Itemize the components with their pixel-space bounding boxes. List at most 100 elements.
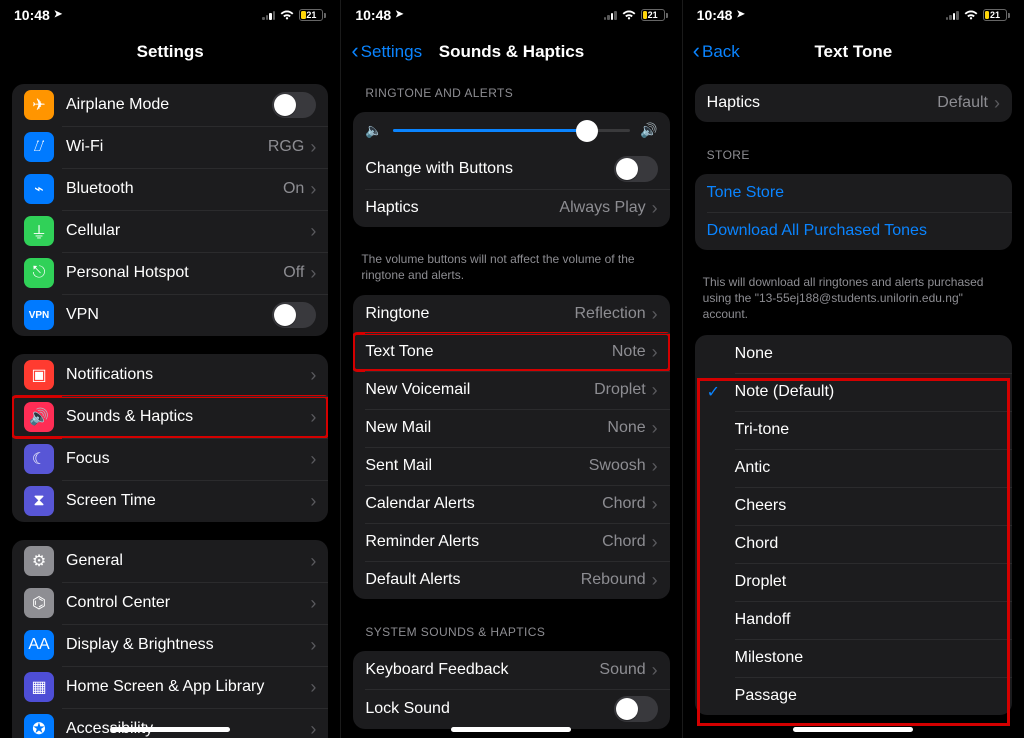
- tone-label: Note (Default): [735, 383, 835, 401]
- settings-row-notifications[interactable]: ▣Notifications›: [12, 354, 328, 396]
- chevron-right-icon: ›: [652, 494, 658, 515]
- sound-row-calendar-alerts[interactable]: Calendar AlertsChord›: [353, 485, 669, 523]
- status-bar: 10:48➤ 21: [0, 0, 340, 30]
- tone-row-note-default-[interactable]: ✓ Note (Default): [695, 373, 1012, 411]
- sys-row-keyboard-feedback[interactable]: Keyboard FeedbackSound›: [353, 651, 669, 689]
- sound-row-new-mail[interactable]: New MailNone›: [353, 409, 669, 447]
- screen-sounds-haptics: 10:48➤ 21 ‹Settings Sounds & Haptics RIN…: [341, 0, 682, 738]
- tone-row-milestone[interactable]: Milestone: [695, 639, 1012, 677]
- tone-label: Tri-tone: [735, 421, 790, 439]
- tone-row-handoff[interactable]: Handoff: [695, 601, 1012, 639]
- row-label: Default Alerts: [365, 571, 580, 589]
- settings-row-cellular[interactable]: ⏚Cellular›: [12, 210, 328, 252]
- sound-row-new-voicemail[interactable]: New VoicemailDroplet›: [353, 371, 669, 409]
- battery-icon: 21: [983, 9, 1010, 21]
- settings-row-display-brightness[interactable]: AADisplay & Brightness›: [12, 624, 328, 666]
- chevron-right-icon: ›: [652, 660, 658, 681]
- store-row-download-all-purchased-tones[interactable]: Download All Purchased Tones: [695, 212, 1012, 250]
- settings-row-wi-fi[interactable]: ⌰Wi-FiRGG›: [12, 126, 328, 168]
- sound-row-text-tone[interactable]: Text ToneNote›: [353, 333, 669, 371]
- tone-row-cheers[interactable]: Cheers: [695, 487, 1012, 525]
- section-header-ringtone: RINGTONE AND ALERTS: [341, 78, 681, 106]
- cell-signal-icon: [604, 10, 617, 20]
- wifi-icon: [279, 9, 295, 21]
- back-button[interactable]: ‹Settings: [351, 41, 422, 63]
- row-detail: On: [283, 180, 304, 198]
- settings-row-personal-hotspot[interactable]: ⎋Personal HotspotOff›: [12, 252, 328, 294]
- chevron-right-icon: ›: [310, 263, 316, 284]
- tone-label: Antic: [735, 459, 771, 477]
- row-label: General: [66, 552, 310, 570]
- chevron-right-icon: ›: [310, 449, 316, 470]
- home-indicator[interactable]: [451, 727, 571, 732]
- row-label: New Voicemail: [365, 381, 594, 399]
- settings-row-focus[interactable]: ☾Focus›: [12, 438, 328, 480]
- tone-row-chord[interactable]: Chord: [695, 525, 1012, 563]
- settings-row-airplane-mode[interactable]: ✈︎Airplane Mode: [12, 84, 328, 126]
- chevron-right-icon: ›: [310, 593, 316, 614]
- wifi-icon: [963, 9, 979, 21]
- section-footer: The volume buttons will not affect the v…: [341, 245, 681, 283]
- chevron-right-icon: ›: [652, 198, 658, 219]
- change-with-buttons-toggle[interactable]: [614, 156, 658, 182]
- settings-row-screen-time[interactable]: ⧗Screen Time›: [12, 480, 328, 522]
- tone-row-none[interactable]: None: [695, 335, 1012, 373]
- wifi-icon: [621, 9, 637, 21]
- tone-label: Chord: [735, 535, 779, 553]
- tone-label: Milestone: [735, 649, 803, 667]
- tone-row-tri-tone[interactable]: Tri-tone: [695, 411, 1012, 449]
- section-header-system: SYSTEM SOUNDS & HAPTICS: [341, 617, 681, 645]
- row-label: Display & Brightness: [66, 636, 310, 654]
- tone-row-droplet[interactable]: Droplet: [695, 563, 1012, 601]
- settings-row-home-screen-app-library[interactable]: ▦Home Screen & App Library›: [12, 666, 328, 708]
- wifi-icon: ⌰: [24, 132, 54, 162]
- chevron-left-icon: ‹: [693, 40, 700, 62]
- chevron-right-icon: ›: [310, 365, 316, 386]
- chevron-right-icon: ›: [652, 456, 658, 477]
- nav-bar: ‹Settings Sounds & Haptics: [341, 30, 681, 74]
- settings-row-accessibility[interactable]: ✪Accessibility›: [12, 708, 328, 738]
- tone-row-passage[interactable]: Passage: [695, 677, 1012, 715]
- sound-row-sent-mail[interactable]: Sent MailSwoosh›: [353, 447, 669, 485]
- chevron-right-icon: ›: [652, 380, 658, 401]
- store-row-tone-store[interactable]: Tone Store: [695, 174, 1012, 212]
- bt-icon: ⌁: [24, 174, 54, 204]
- haptics-row[interactable]: Haptics Default ›: [695, 84, 1012, 122]
- cell-signal-icon: [262, 10, 275, 20]
- speaker-high-icon: 🔊: [640, 122, 657, 139]
- location-icon: ➤: [395, 9, 403, 20]
- row-label: Reminder Alerts: [365, 533, 602, 551]
- ringer-volume-slider[interactable]: 🔈 🔊: [353, 112, 669, 149]
- settings-row-vpn[interactable]: VPNVPN: [12, 294, 328, 336]
- settings-row-control-center[interactable]: ⌬Control Center›: [12, 582, 328, 624]
- settings-row-sounds-haptics[interactable]: 🔊Sounds & Haptics›: [12, 396, 328, 438]
- tone-label: Droplet: [735, 573, 787, 591]
- general-icon: ⚙︎: [24, 546, 54, 576]
- row-label: Cellular: [66, 222, 310, 240]
- sound-row-ringtone[interactable]: RingtoneReflection›: [353, 295, 669, 333]
- home-indicator[interactable]: [110, 727, 230, 732]
- toggle[interactable]: [614, 696, 658, 722]
- location-icon: ➤: [54, 9, 62, 20]
- haptics-row[interactable]: Haptics Always Play ›: [353, 189, 669, 227]
- screen-icon: ⧗: [24, 486, 54, 516]
- home-indicator[interactable]: [793, 727, 913, 732]
- back-button[interactable]: ‹Back: [693, 41, 740, 63]
- settings-row-bluetooth[interactable]: ⌁BluetoothOn›: [12, 168, 328, 210]
- chevron-right-icon: ›: [310, 179, 316, 200]
- sound-row-reminder-alerts[interactable]: Reminder AlertsChord›: [353, 523, 669, 561]
- toggle[interactable]: [272, 302, 316, 328]
- tone-row-antic[interactable]: Antic: [695, 449, 1012, 487]
- chevron-right-icon: ›: [310, 407, 316, 428]
- check-icon: ✓: [707, 382, 720, 402]
- status-bar: 10:48➤ 21: [683, 0, 1024, 30]
- toggle[interactable]: [272, 92, 316, 118]
- nav-bar: Settings: [0, 30, 340, 74]
- sound-row-default-alerts[interactable]: Default AlertsRebound›: [353, 561, 669, 599]
- change-with-buttons-row[interactable]: Change with Buttons: [353, 149, 669, 189]
- settings-row-general[interactable]: ⚙︎ General›: [12, 540, 328, 582]
- row-detail: Reflection: [575, 305, 646, 323]
- row-label: Screen Time: [66, 492, 310, 510]
- chevron-right-icon: ›: [310, 551, 316, 572]
- sys-row-lock-sound[interactable]: Lock Sound: [353, 689, 669, 729]
